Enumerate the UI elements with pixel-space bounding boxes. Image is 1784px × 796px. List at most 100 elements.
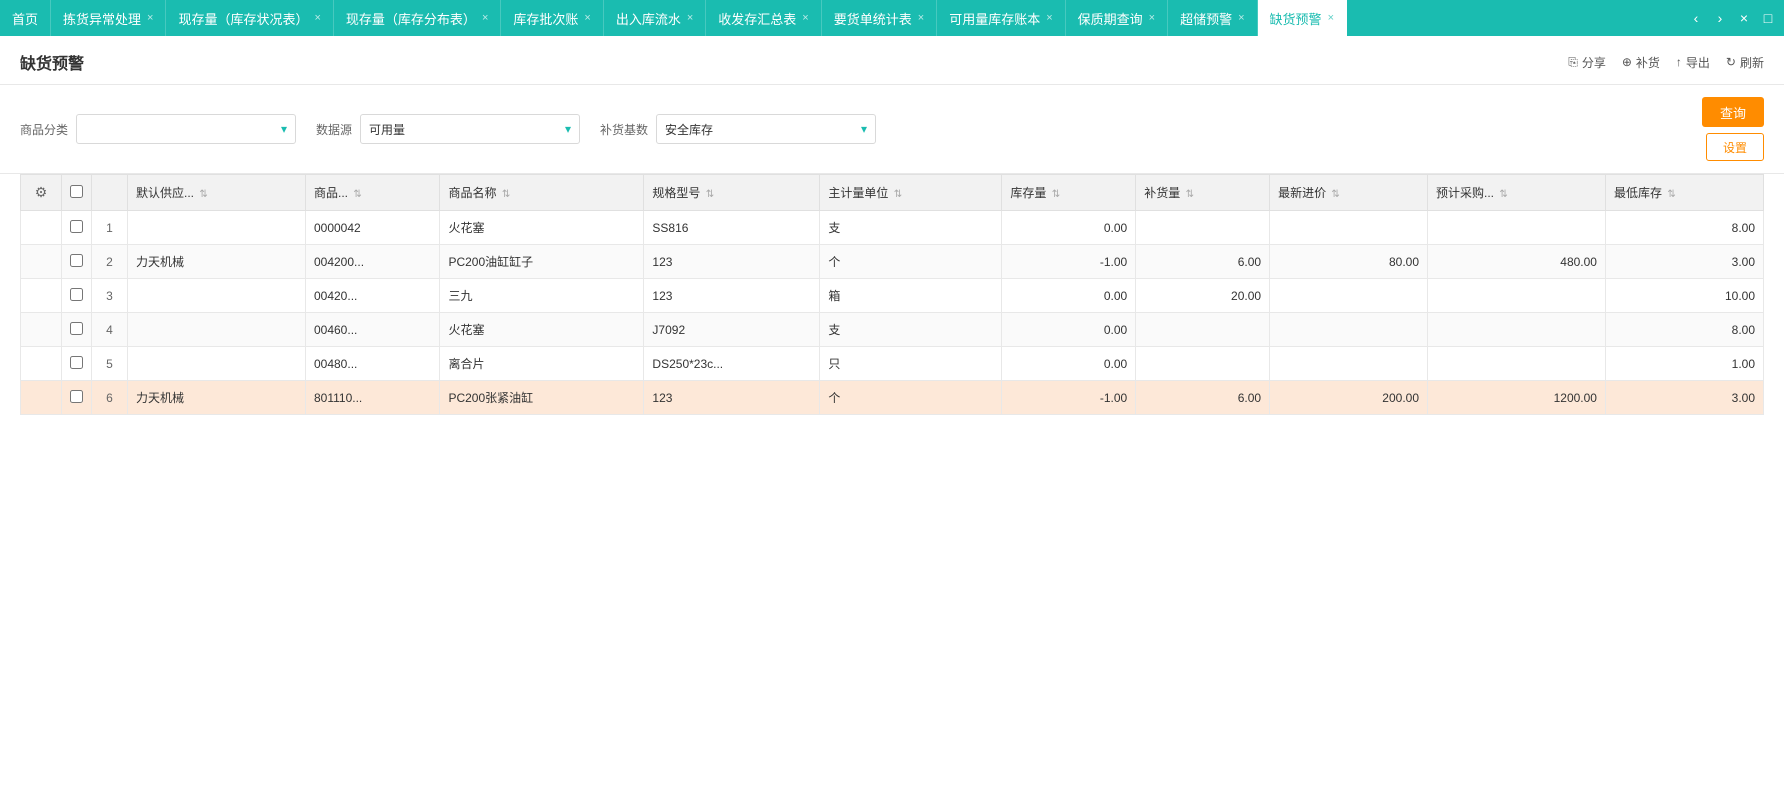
row-checkbox-cell[interactable] (62, 211, 92, 245)
datasource-select[interactable]: 可用量 ▾ (360, 114, 580, 144)
replenish-icon: ⊕ (1622, 55, 1632, 69)
row-product-name: PC200张紧油缸 (440, 381, 644, 415)
share-button[interactable]: ⎘ 分享 (1568, 54, 1606, 71)
tab-inout[interactable]: 出入库流水 × (604, 0, 706, 36)
row-product-code: 00460... (305, 313, 439, 347)
page-title: 缺货预警 (20, 50, 1568, 74)
row-checkbox-cell[interactable] (62, 347, 92, 381)
replenish-button[interactable]: ⊕ 补货 (1622, 54, 1660, 71)
row-product-name: 火花塞 (440, 211, 644, 245)
table-header-est-purchase[interactable]: 预计采购... ⇅ (1428, 175, 1606, 211)
table-header-supplier[interactable]: 默认供应... ⇅ (128, 175, 306, 211)
tab-inventory-dist[interactable]: 现存量（库存分布表） × (334, 0, 501, 36)
row-checkbox[interactable] (70, 390, 83, 403)
col-replenish-qty-label: 补货量 (1144, 186, 1180, 200)
datasource-filter-group: 数据源 可用量 ▾ (316, 114, 580, 144)
table-header-latest-price[interactable]: 最新进价 ⇅ (1270, 175, 1428, 211)
col-est-purchase-label: 预计采购... (1436, 186, 1494, 200)
row-latest-price (1270, 347, 1428, 381)
sort-icon: ⇅ (1052, 189, 1060, 200)
tab-batch[interactable]: 库存批次账 × (501, 0, 603, 36)
close-icon[interactable]: × (584, 12, 590, 24)
table-container: ⚙ 默认供应... ⇅ 商品... ⇅ 商品名称 (0, 174, 1784, 415)
close-icon[interactable]: × (314, 12, 320, 24)
tab-abnormal[interactable]: 拣货异常处理 × (51, 0, 166, 36)
close-icon[interactable]: × (802, 12, 808, 24)
row-supplier (128, 313, 306, 347)
close-icon[interactable]: × (918, 12, 924, 24)
replenish-basis-select[interactable]: 安全库存 ▾ (656, 114, 876, 144)
row-supplier (128, 211, 306, 245)
row-spec: J7092 (644, 313, 820, 347)
table-header-product-name[interactable]: 商品名称 ⇅ (440, 175, 644, 211)
tab-prev-button[interactable]: ‹ (1684, 6, 1708, 30)
close-icon[interactable]: × (687, 12, 693, 24)
row-checkbox-cell[interactable] (62, 313, 92, 347)
tab-expiry[interactable]: 保质期查询 × (1066, 0, 1168, 36)
row-checkbox-cell[interactable] (62, 381, 92, 415)
row-stock: 0.00 (1002, 313, 1136, 347)
row-checkbox[interactable] (70, 254, 83, 267)
col-latest-price-label: 最新进价 (1278, 186, 1326, 200)
row-gear-cell (21, 245, 62, 279)
row-checkbox[interactable] (70, 356, 83, 369)
row-unit: 支 (820, 211, 1002, 245)
row-spec: 123 (644, 245, 820, 279)
category-label: 商品分类 (20, 121, 68, 138)
close-window-button[interactable]: × (1732, 6, 1756, 30)
tab-available[interactable]: 可用量库存账本 × (937, 0, 1065, 36)
select-all-checkbox[interactable] (70, 185, 83, 198)
row-gear-cell (21, 381, 62, 415)
row-unit: 个 (820, 245, 1002, 279)
tab-demand[interactable]: 要货单统计表 × (822, 0, 937, 36)
sort-icon: ⇅ (894, 189, 902, 200)
row-checkbox[interactable] (70, 220, 83, 233)
category-select[interactable]: ▾ (76, 114, 296, 144)
share-label: 分享 (1582, 54, 1606, 71)
expand-button[interactable]: □ (1756, 6, 1780, 30)
tab-overstock[interactable]: 超储预警 × (1168, 0, 1257, 36)
tab-shortage[interactable]: 缺货预警 × (1258, 0, 1347, 36)
row-product-code: 00420... (305, 279, 439, 313)
close-icon[interactable]: × (1149, 12, 1155, 24)
table-header-replenish-qty[interactable]: 补货量 ⇅ (1136, 175, 1270, 211)
sort-icon: ⇅ (706, 189, 714, 200)
row-checkbox[interactable] (70, 288, 83, 301)
replenish-basis-filter-group: 补货基数 安全库存 ▾ (600, 114, 876, 144)
close-icon[interactable]: × (1238, 12, 1244, 24)
gear-icon[interactable]: ⚙ (29, 181, 53, 205)
table-header-checkbox[interactable] (62, 175, 92, 211)
close-icon[interactable]: × (1046, 12, 1052, 24)
tab-collect[interactable]: 收发存汇总表 × (706, 0, 821, 36)
row-checkbox[interactable] (70, 322, 83, 335)
col-product-code-label: 商品... (314, 186, 348, 200)
close-icon[interactable]: × (482, 12, 488, 24)
tab-next-button[interactable]: › (1708, 6, 1732, 30)
table-header-product-code[interactable]: 商品... ⇅ (305, 175, 439, 211)
settings-button[interactable]: 设置 (1706, 133, 1764, 161)
tab-inventory-status[interactable]: 现存量（库存状况表） × (166, 0, 333, 36)
table-header-stock[interactable]: 库存量 ⇅ (1002, 175, 1136, 211)
replenish-label: 补货 (1636, 54, 1660, 71)
row-product-name: 三九 (440, 279, 644, 313)
close-icon[interactable]: × (147, 12, 153, 24)
row-unit: 箱 (820, 279, 1002, 313)
row-checkbox-cell[interactable] (62, 279, 92, 313)
table-header-min-stock[interactable]: 最低库存 ⇅ (1605, 175, 1763, 211)
row-checkbox-cell[interactable] (62, 245, 92, 279)
table-header-spec[interactable]: 规格型号 ⇅ (644, 175, 820, 211)
datasource-select-value: 可用量 (369, 121, 405, 138)
close-icon[interactable]: × (1328, 12, 1334, 24)
query-button[interactable]: 查询 (1702, 97, 1764, 127)
table-header-unit[interactable]: 主计量单位 ⇅ (820, 175, 1002, 211)
export-button[interactable]: ↑ 导出 (1676, 54, 1710, 71)
table-header-gear[interactable]: ⚙ (21, 175, 62, 211)
data-table: ⚙ 默认供应... ⇅ 商品... ⇅ 商品名称 (20, 174, 1764, 415)
row-product-name: 火花塞 (440, 313, 644, 347)
tab-nav-buttons: ‹ › × □ (1684, 6, 1784, 30)
tab-home[interactable]: 首页 (0, 0, 51, 36)
tab-inventory-dist-label: 现存量（库存分布表） (346, 9, 476, 28)
row-spec: SS816 (644, 211, 820, 245)
row-number: 6 (92, 381, 128, 415)
refresh-button[interactable]: ↻ 刷新 (1726, 54, 1764, 71)
